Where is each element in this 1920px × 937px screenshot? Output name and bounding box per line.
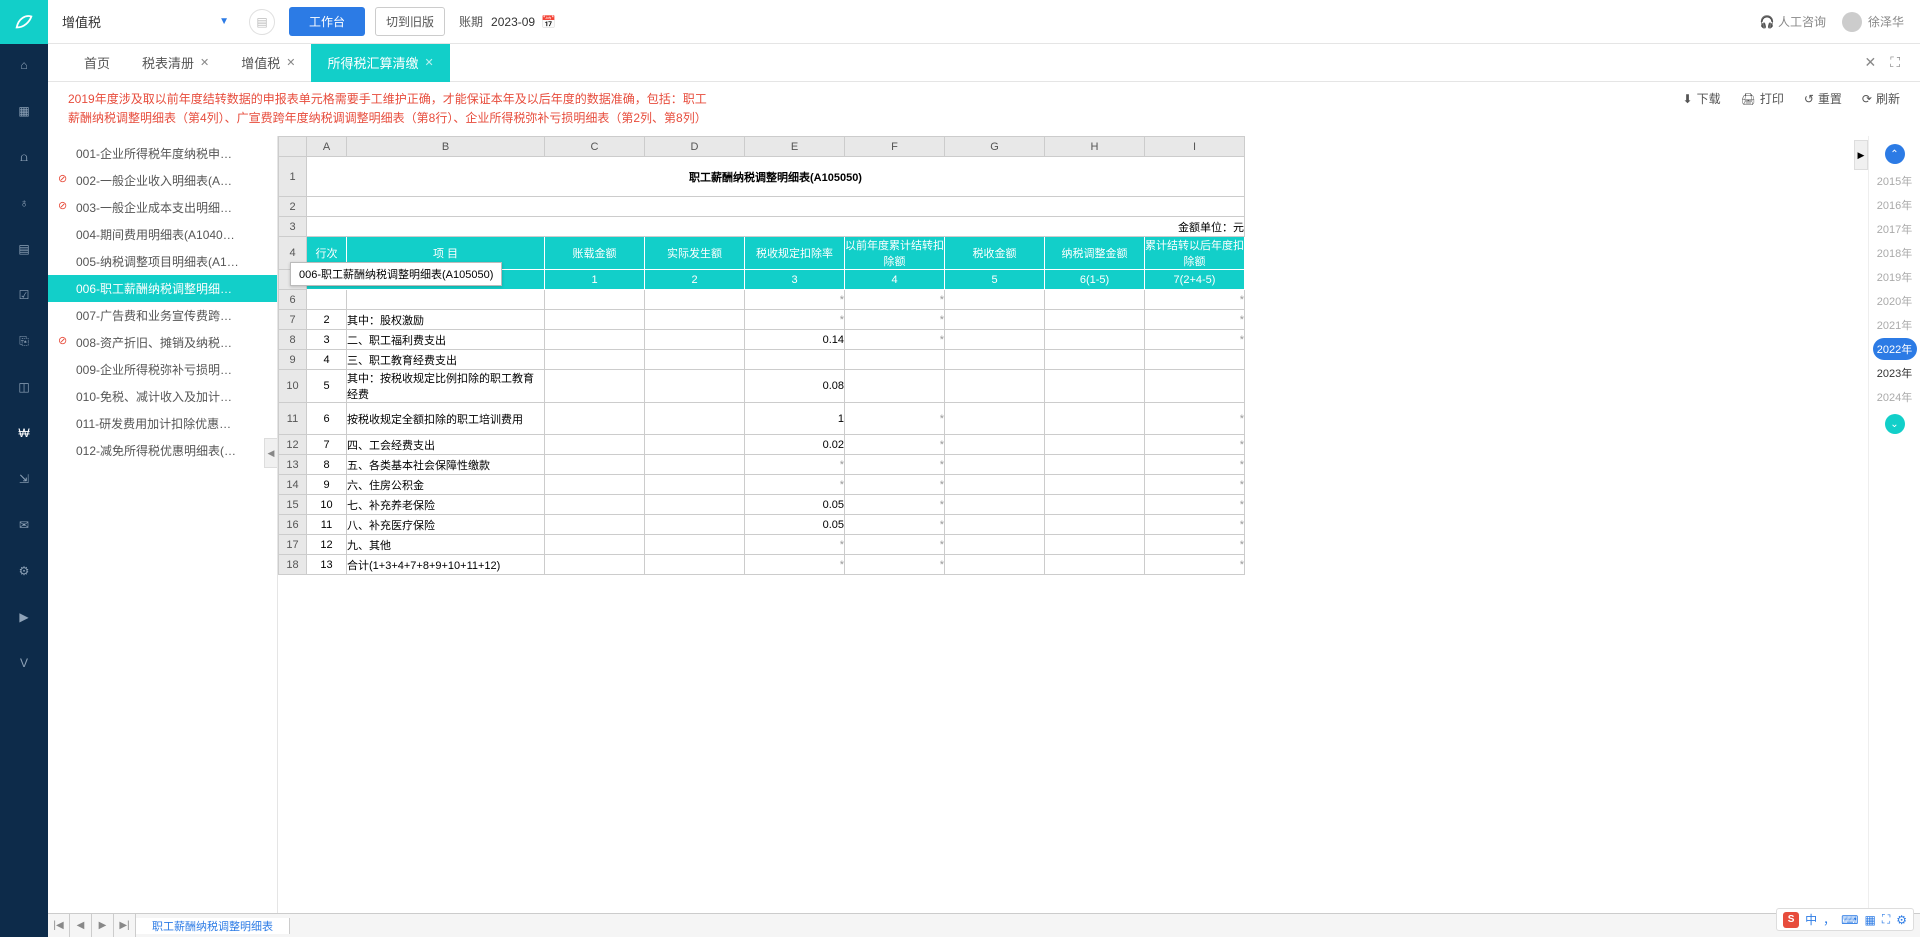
- expand-year-icon[interactable]: ▶: [1854, 140, 1868, 170]
- refresh-button[interactable]: ⟳刷新: [1862, 90, 1900, 107]
- period-label: 账期: [459, 13, 483, 30]
- logo[interactable]: [0, 0, 48, 44]
- form-list-item[interactable]: 012-减免所得税优惠明细表(…: [48, 437, 277, 464]
- sheet-nav-first[interactable]: |◀: [48, 914, 70, 937]
- period-value[interactable]: 2023-09: [491, 15, 535, 29]
- form-list-item[interactable]: 011-研发费用加计扣除优惠…: [48, 410, 277, 437]
- nav-window-icon[interactable]: ◫: [13, 376, 35, 398]
- close-all-tabs-icon[interactable]: ✕: [1864, 54, 1876, 71]
- form-list-item[interactable]: 010-免税、减计收入及加计…: [48, 383, 277, 410]
- spreadsheet-grid[interactable]: ABCDEFGHI1职工薪酬纳税调整明细表(A105050)23金额单位：元4行…: [278, 136, 1245, 575]
- close-icon[interactable]: ✕: [286, 56, 295, 69]
- year-down-icon[interactable]: ⌄: [1885, 414, 1905, 434]
- avatar-icon: [1842, 12, 1862, 32]
- close-icon[interactable]: ✕: [200, 56, 209, 69]
- ime-opt[interactable]: ⛶: [1882, 912, 1890, 927]
- ime-toolbar[interactable]: S 中 ， ⌨ ▦ ⛶ ⚙: [1776, 908, 1914, 931]
- ime-opt[interactable]: ⚙: [1896, 913, 1907, 927]
- year-option[interactable]: 2024年: [1873, 386, 1917, 408]
- form-list-item[interactable]: 003-一般企业成本支出明细…: [48, 194, 277, 221]
- year-option[interactable]: 2015年: [1873, 170, 1917, 192]
- ime-opt[interactable]: ，: [1823, 911, 1835, 928]
- close-icon[interactable]: ✕: [425, 56, 434, 69]
- nav-report-icon[interactable]: ▤: [13, 238, 35, 260]
- consult-link[interactable]: 🎧 人工咨询: [1760, 13, 1826, 30]
- year-option[interactable]: 2016年: [1873, 194, 1917, 216]
- topbar: 增值税 ▼ ▤ 工作台 切到旧版 账期 2023-09 📅 🎧 人工咨询 徐泽华: [0, 0, 1920, 44]
- year-option[interactable]: 2021年: [1873, 314, 1917, 336]
- warning-text: 2019年度涉及取以前年度结转数据的申报表单元格需要手工维护正确，才能保证本年及…: [68, 90, 708, 128]
- nav-vip-icon[interactable]: V: [13, 652, 35, 674]
- nav-template-icon[interactable]: ⎘: [13, 330, 35, 352]
- sheet-nav-last[interactable]: ▶|: [114, 914, 136, 937]
- sheet-nav-prev[interactable]: ◀: [70, 914, 92, 937]
- nav-archive-icon[interactable]: ✉: [13, 514, 35, 536]
- nav-check-icon[interactable]: ☑: [13, 284, 35, 306]
- side-nav: ⌂ ▦ ⩍ ♁ ▤ ☑ ⎘ ◫ ₩ ⇲ ✉ ⚙ ▶ V: [0, 44, 48, 937]
- year-option[interactable]: 2020年: [1873, 290, 1917, 312]
- fullscreen-icon[interactable]: ⛶: [1890, 54, 1900, 71]
- form-tooltip: 006-职工薪酬纳税调整明细表(A105050): [290, 262, 502, 286]
- form-list-item[interactable]: 006-职工薪酬纳税调整明细…: [48, 275, 277, 302]
- reset-button[interactable]: ↺重置: [1804, 90, 1842, 107]
- switch-old-button[interactable]: 切到旧版: [375, 7, 445, 36]
- calendar-icon[interactable]: 📅: [541, 15, 556, 29]
- sheet-tab[interactable]: 职工薪酬纳税调整明细表: [136, 918, 290, 934]
- form-list-item[interactable]: 004-期间费用明细表(A1040…: [48, 221, 277, 248]
- print-button[interactable]: 🖨打印: [1741, 90, 1784, 107]
- nav-ledger-icon[interactable]: ▦: [13, 100, 35, 122]
- tax-type-dropdown[interactable]: 增值税 ▼: [48, 12, 243, 31]
- tab-首页[interactable]: 首页: [68, 44, 126, 82]
- year-option[interactable]: 2017年: [1873, 218, 1917, 240]
- download-button[interactable]: ⬇下载: [1683, 90, 1721, 107]
- form-list-item[interactable]: 008-资产折旧、摊销及纳税…: [48, 329, 277, 356]
- year-up-icon[interactable]: ⌃: [1885, 144, 1905, 164]
- nav-settings-icon[interactable]: ⚙: [13, 560, 35, 582]
- tab-所得税汇算清缴[interactable]: 所得税汇算清缴✕: [311, 44, 449, 82]
- nav-funds-icon[interactable]: ♁: [13, 192, 35, 214]
- form-list-item[interactable]: 001-企业所得税年度纳税申…: [48, 140, 277, 167]
- sheet-scroll-area[interactable]: 006-职工薪酬纳税调整明细表(A105050) ABCDEFGHI1职工薪酬纳…: [278, 136, 1868, 913]
- nav-video-icon[interactable]: ▶: [13, 606, 35, 628]
- year-panel: ⌃ 2015年2016年2017年2018年2019年2020年2021年202…: [1868, 136, 1920, 913]
- form-list-item[interactable]: 002-一般企业收入明细表(A…: [48, 167, 277, 194]
- user-menu[interactable]: 徐泽华: [1842, 12, 1904, 32]
- form-list-item[interactable]: 005-纳税调整项目明细表(A1…: [48, 248, 277, 275]
- page-tabs: 首页税表清册✕增值税✕所得税汇算清缴✕ ✕ ⛶: [48, 44, 1920, 82]
- year-option[interactable]: 2023年: [1873, 362, 1917, 384]
- workbench-button[interactable]: 工作台: [289, 7, 365, 36]
- chevron-down-icon: ▼: [219, 16, 229, 27]
- ime-opt[interactable]: ⌨: [1841, 913, 1858, 927]
- ime-opt[interactable]: ▦: [1864, 913, 1875, 927]
- ime-logo-icon: S: [1783, 912, 1799, 928]
- doc-icon-button[interactable]: ▤: [249, 9, 275, 35]
- form-list-item[interactable]: 007-广告费和业务宣传费跨…: [48, 302, 277, 329]
- year-option[interactable]: 2022年: [1873, 338, 1917, 360]
- ime-opt[interactable]: 中: [1805, 911, 1817, 928]
- year-option[interactable]: 2019年: [1873, 266, 1917, 288]
- year-option[interactable]: 2018年: [1873, 242, 1917, 264]
- tab-税表清册[interactable]: 税表清册✕: [126, 44, 225, 82]
- sheet-nav-next[interactable]: ▶: [92, 914, 114, 937]
- nav-analytics-icon[interactable]: ⩍: [13, 146, 35, 168]
- nav-tax-icon[interactable]: ₩: [13, 422, 35, 444]
- form-list: 001-企业所得税年度纳税申…002-一般企业收入明细表(A…003-一般企业成…: [48, 136, 278, 913]
- nav-home-icon[interactable]: ⌂: [13, 54, 35, 76]
- nav-export-icon[interactable]: ⇲: [13, 468, 35, 490]
- sheet-footer: |◀ ◀ ▶ ▶| 职工薪酬纳税调整明细表: [48, 913, 1920, 937]
- tab-增值税[interactable]: 增值税✕: [225, 44, 311, 82]
- collapse-list-icon[interactable]: ◀: [264, 438, 278, 468]
- form-list-item[interactable]: 009-企业所得税弥补亏损明…: [48, 356, 277, 383]
